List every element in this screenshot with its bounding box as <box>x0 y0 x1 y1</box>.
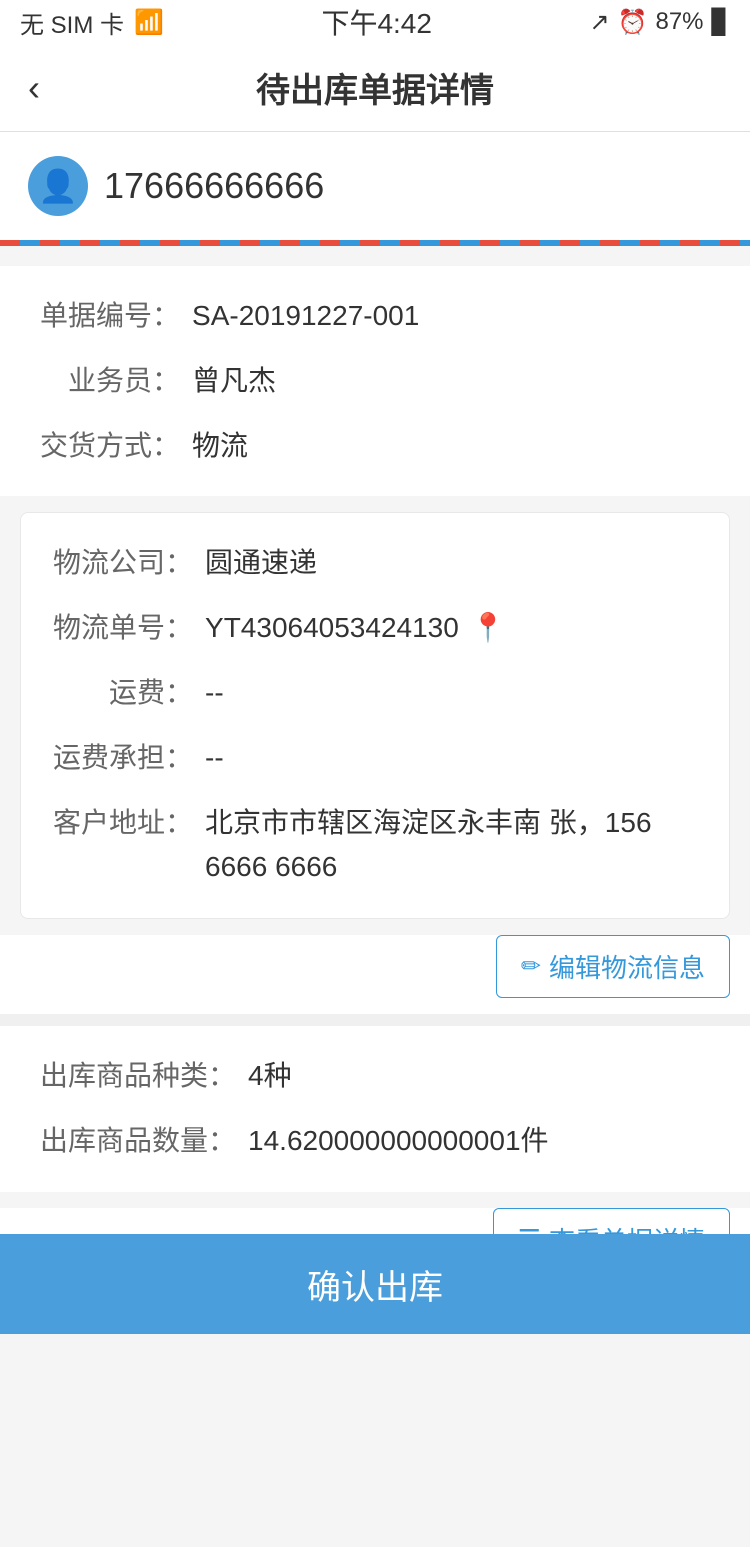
nav-bar: ‹ 待出库单据详情 <box>0 44 750 132</box>
user-header: 👤 17666666666 <box>0 132 750 240</box>
battery-icon: ▊ <box>712 8 730 37</box>
order-no-label: 单据编号： <box>40 294 180 339</box>
map-pin-icon[interactable]: 📍 <box>471 606 506 651</box>
goods-quantity-label: 出库商品数量： <box>40 1119 236 1164</box>
tracking-number: YT43064053424130 <box>205 606 459 651</box>
goods-section: 出库商品种类： 4种 出库商品数量： 14.620000000000001件 <box>0 1026 750 1192</box>
company-row: 物流公司： 圆通速递 <box>53 541 697 586</box>
battery-text: 87% <box>655 8 703 36</box>
dashed-divider <box>0 240 750 246</box>
freight-bearer-row: 运费承担： -- <box>53 736 697 781</box>
carrier-text: 无 SIM 卡 <box>20 5 124 40</box>
address-value: 北京市市辖区海淀区永丰南 张，156 6666 6666 <box>205 801 697 891</box>
salesperson-value: 曾凡杰 <box>192 359 710 404</box>
order-no-value: SA-20191227-001 <box>192 294 710 339</box>
order-info-section: 单据编号： SA-20191227-001 业务员： 曾凡杰 交货方式： 物流 <box>0 266 750 496</box>
page-title: 待出库单据详情 <box>256 63 494 112</box>
alarm-icon: ⏰ <box>618 8 648 37</box>
section-divider <box>0 1014 750 1026</box>
goods-types-row: 出库商品种类： 4种 <box>40 1054 710 1099</box>
status-left: 无 SIM 卡 📶 <box>20 5 164 40</box>
status-time: 下午4:42 <box>321 2 432 42</box>
address-row: 客户地址： 北京市市辖区海淀区永丰南 张，156 6666 6666 <box>53 801 697 891</box>
delivery-row: 交货方式： 物流 <box>40 424 710 469</box>
freight-label: 运费： <box>53 671 193 716</box>
tracking-value: YT43064053424130 📍 <box>205 606 697 651</box>
freight-bearer-label: 运费承担： <box>53 736 193 781</box>
tracking-label: 物流单号： <box>53 606 193 651</box>
edit-logistics-button[interactable]: ✏ 编辑物流信息 <box>496 935 730 998</box>
freight-bearer-value: -- <box>205 736 697 781</box>
company-value: 圆通速递 <box>205 541 697 586</box>
location-status-icon: ↗ <box>589 8 609 37</box>
back-button[interactable]: ‹ <box>28 67 40 109</box>
salesperson-label: 业务员： <box>40 359 180 404</box>
avatar-icon: 👤 <box>38 167 78 205</box>
status-right: ↗ ⏰ 87% ▊ <box>589 8 730 37</box>
company-label: 物流公司： <box>53 541 193 586</box>
logistics-card: 物流公司： 圆通速递 物流单号： YT43064053424130 📍 运费： … <box>20 512 730 919</box>
goods-quantity-row: 出库商品数量： 14.620000000000001件 <box>40 1119 710 1164</box>
edit-btn-label: 编辑物流信息 <box>549 948 705 985</box>
freight-value: -- <box>205 671 697 716</box>
tracking-row: 物流单号： YT43064053424130 📍 <box>53 606 697 651</box>
goods-types-label: 出库商品种类： <box>40 1054 236 1099</box>
goods-types-value: 4种 <box>248 1054 710 1099</box>
confirm-button[interactable]: 确认出库 <box>0 1234 750 1334</box>
avatar: 👤 <box>28 156 88 216</box>
salesperson-row: 业务员： 曾凡杰 <box>40 359 710 404</box>
status-bar: 无 SIM 卡 📶 下午4:42 ↗ ⏰ 87% ▊ <box>0 0 750 44</box>
edit-btn-container: ✏ 编辑物流信息 <box>0 935 750 1014</box>
order-no-row: 单据编号： SA-20191227-001 <box>40 294 710 339</box>
freight-row: 运费： -- <box>53 671 697 716</box>
delivery-value: 物流 <box>192 424 710 469</box>
address-label: 客户地址： <box>53 801 193 846</box>
wifi-icon: 📶 <box>134 8 164 37</box>
edit-icon: ✏ <box>521 952 541 981</box>
goods-quantity-value: 14.620000000000001件 <box>248 1119 710 1164</box>
delivery-label: 交货方式： <box>40 424 180 469</box>
user-phone: 17666666666 <box>104 165 324 207</box>
